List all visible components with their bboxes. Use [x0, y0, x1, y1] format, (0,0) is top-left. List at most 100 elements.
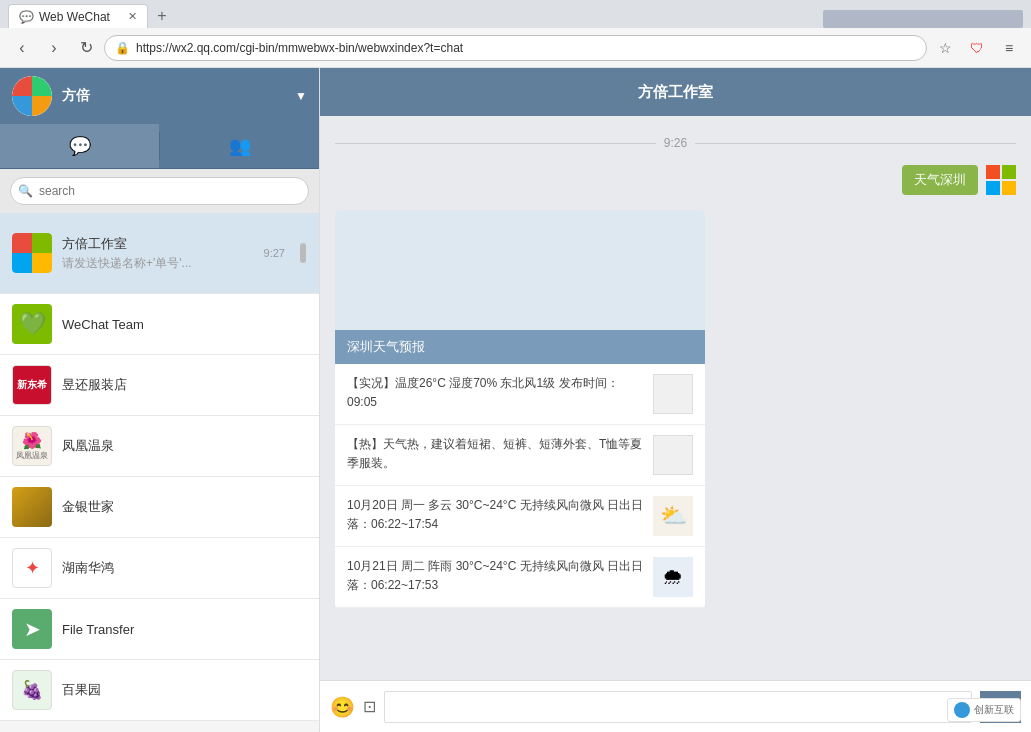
contact-name: 湖南华鸿: [62, 559, 307, 577]
weather-item-image: [653, 374, 693, 414]
weather-sun-icon: ⛅: [653, 496, 693, 536]
contact-preview: 请发送快递名称+'单号'...: [62, 255, 254, 272]
watermark-text: 创新互联: [974, 703, 1014, 717]
emoji-button[interactable]: 😊: [330, 695, 355, 719]
weather-card: 深圳天气预报 【实况】温度26°C 湿度70% 东北风1级 发布时间：09:05…: [335, 210, 705, 608]
contact-name: 昱还服装店: [62, 376, 307, 394]
avatar: 🍇: [12, 670, 52, 710]
watermark: 创新互联: [947, 698, 1021, 722]
sidebar-header: 方倍 ▼: [0, 68, 319, 124]
message-row: 天气深圳: [335, 165, 1016, 195]
contact-time: 9:27: [264, 247, 285, 259]
weather-item-image: [653, 435, 693, 475]
browser-toolbar: ‹ › ↻ 🔒 https://wx2.qq.com/cgi-bin/mmweb…: [0, 28, 1031, 68]
message-row: 深圳天气预报 【实况】温度26°C 湿度70% 东北风1级 发布时间：09:05…: [335, 205, 1016, 613]
weather-image: [335, 210, 705, 330]
chat-area: 方倍工作室 9:26 天气深圳: [320, 68, 1031, 732]
chat-tab-icon: 💬: [69, 135, 91, 157]
contact-name: 百果园: [62, 681, 307, 699]
ms-logo-blue: [986, 181, 1000, 195]
list-item[interactable]: 方倍工作室 请发送快递名称+'单号'... 9:27: [0, 213, 319, 294]
weather-item-text: 10月21日 周二 阵雨 30°C~24°C 无持续风向微风 日出日落：06:2…: [347, 557, 643, 595]
menu-button[interactable]: ≡: [995, 34, 1023, 62]
avatar: ✦: [12, 548, 52, 588]
shield-button[interactable]: 🛡: [963, 34, 991, 62]
list-item[interactable]: 🍇 百果园: [0, 660, 319, 721]
contact-info: 凤凰温泉: [62, 437, 307, 455]
address-bar[interactable]: 🔒 https://wx2.qq.com/cgi-bin/mmwebwx-bin…: [104, 35, 927, 61]
list-item[interactable]: ➤ File Transfer: [0, 599, 319, 660]
tab-close-button[interactable]: ✕: [128, 10, 137, 23]
refresh-button[interactable]: ↻: [72, 34, 100, 62]
sidebar-tab-chat[interactable]: 💬: [0, 124, 159, 168]
weather-button[interactable]: 天气深圳: [902, 165, 978, 195]
weather-item-text: 【热】天气热，建议着短裙、短裤、短薄外套、T恤等夏季服装。: [347, 435, 643, 473]
list-item[interactable]: ✦ 湖南华鸿: [0, 538, 319, 599]
sidebar-tab-contacts[interactable]: 👥: [160, 124, 319, 168]
app-content: 方倍 ▼ 💬 👥 🔍: [0, 68, 1031, 732]
contact-name: 金银世家: [62, 498, 307, 516]
contact-info: 昱还服装店: [62, 376, 307, 394]
weather-item-text: 10月20日 周一 多云 30°C~24°C 无持续风向微风 日出日落：06:2…: [347, 496, 643, 534]
weather-rain-icon: 🌧: [653, 557, 693, 597]
chat-input-area: 😊 ⊡ S: [320, 680, 1031, 732]
weather-item: 【热】天气热，建议着短裙、短裤、短薄外套、T恤等夏季服装。: [335, 425, 705, 486]
user-name: 方倍: [62, 87, 285, 105]
list-item[interactable]: 🌺 凤凰温泉 凤凰温泉: [0, 416, 319, 477]
url-text: https://wx2.qq.com/cgi-bin/mmwebwx-bin/w…: [136, 41, 916, 55]
ms-logo-yellow: [1002, 181, 1016, 195]
contact-info: 湖南华鸿: [62, 559, 307, 577]
chat-title: 方倍工作室: [638, 83, 713, 102]
contact-info: WeChat Team: [62, 317, 307, 332]
bookmark-button[interactable]: ☆: [931, 34, 959, 62]
browser-tab[interactable]: 💬 Web WeChat ✕: [8, 4, 148, 28]
sidebar-tabs: 💬 👥: [0, 124, 319, 169]
contact-info: 百果园: [62, 681, 307, 699]
chat-header: 方倍工作室: [320, 68, 1031, 116]
avatar: [12, 233, 52, 273]
chat-messages: 9:26 天气深圳: [320, 116, 1031, 680]
list-item[interactable]: 💚 WeChat Team: [0, 294, 319, 355]
time-divider: 9:26: [335, 136, 1016, 150]
contact-name: WeChat Team: [62, 317, 307, 332]
tab-bar: 💬 Web WeChat ✕ +: [0, 0, 1031, 28]
tab-favicon: 💬: [19, 10, 33, 24]
new-tab-button[interactable]: +: [148, 4, 176, 28]
weather-item: 10月21日 周二 阵雨 30°C~24°C 无持续风向微风 日出日落：06:2…: [335, 547, 705, 608]
sidebar-dropdown-arrow[interactable]: ▼: [295, 89, 307, 103]
avatar: 💚: [12, 304, 52, 344]
contact-name: File Transfer: [62, 622, 307, 637]
forward-button[interactable]: ›: [40, 34, 68, 62]
contact-list: 方倍工作室 请发送快递名称+'单号'... 9:27 💚: [0, 213, 319, 732]
avatar: ➤: [12, 609, 52, 649]
browser-frame: 💬 Web WeChat ✕ + ‹ › ↻ 🔒 https://wx2.qq.…: [0, 0, 1031, 732]
contact-info: 方倍工作室 请发送快递名称+'单号'...: [62, 235, 254, 272]
chat-input[interactable]: [384, 691, 972, 723]
weather-item-text: 【实况】温度26°C 湿度70% 东北风1级 发布时间：09:05: [347, 374, 643, 412]
contact-name: 方倍工作室: [62, 235, 254, 253]
list-item[interactable]: 新东希 昱还服装店: [0, 355, 319, 416]
ms-logo-red: [986, 165, 1000, 179]
search-icon: 🔍: [18, 184, 33, 198]
clipboard-button[interactable]: ⊡: [363, 697, 376, 716]
contact-meta: 9:27: [264, 247, 285, 259]
back-button[interactable]: ‹: [8, 34, 36, 62]
weather-card-header: 深圳天气预报: [335, 330, 705, 364]
ms-logo: [986, 165, 1016, 195]
weather-item: 10月20日 周一 多云 30°C~24°C 无持续风向微风 日出日落：06:2…: [335, 486, 705, 547]
avatar: 新东希: [12, 365, 52, 405]
contacts-tab-icon: 👥: [229, 135, 251, 157]
weather-header-text: 深圳天气预报: [347, 339, 425, 354]
search-input[interactable]: [10, 177, 309, 205]
contact-info: 金银世家: [62, 498, 307, 516]
avatar: [12, 487, 52, 527]
contact-info: File Transfer: [62, 622, 307, 637]
tab-title: Web WeChat: [39, 10, 110, 24]
user-avatar: [12, 76, 52, 116]
ms-logo-green: [1002, 165, 1016, 179]
sidebar: 方倍 ▼ 💬 👥 🔍: [0, 68, 320, 732]
contact-name: 凤凰温泉: [62, 437, 307, 455]
weather-item: 【实况】温度26°C 湿度70% 东北风1级 发布时间：09:05: [335, 364, 705, 425]
list-item[interactable]: 金银世家: [0, 477, 319, 538]
time-text: 9:26: [664, 136, 687, 150]
